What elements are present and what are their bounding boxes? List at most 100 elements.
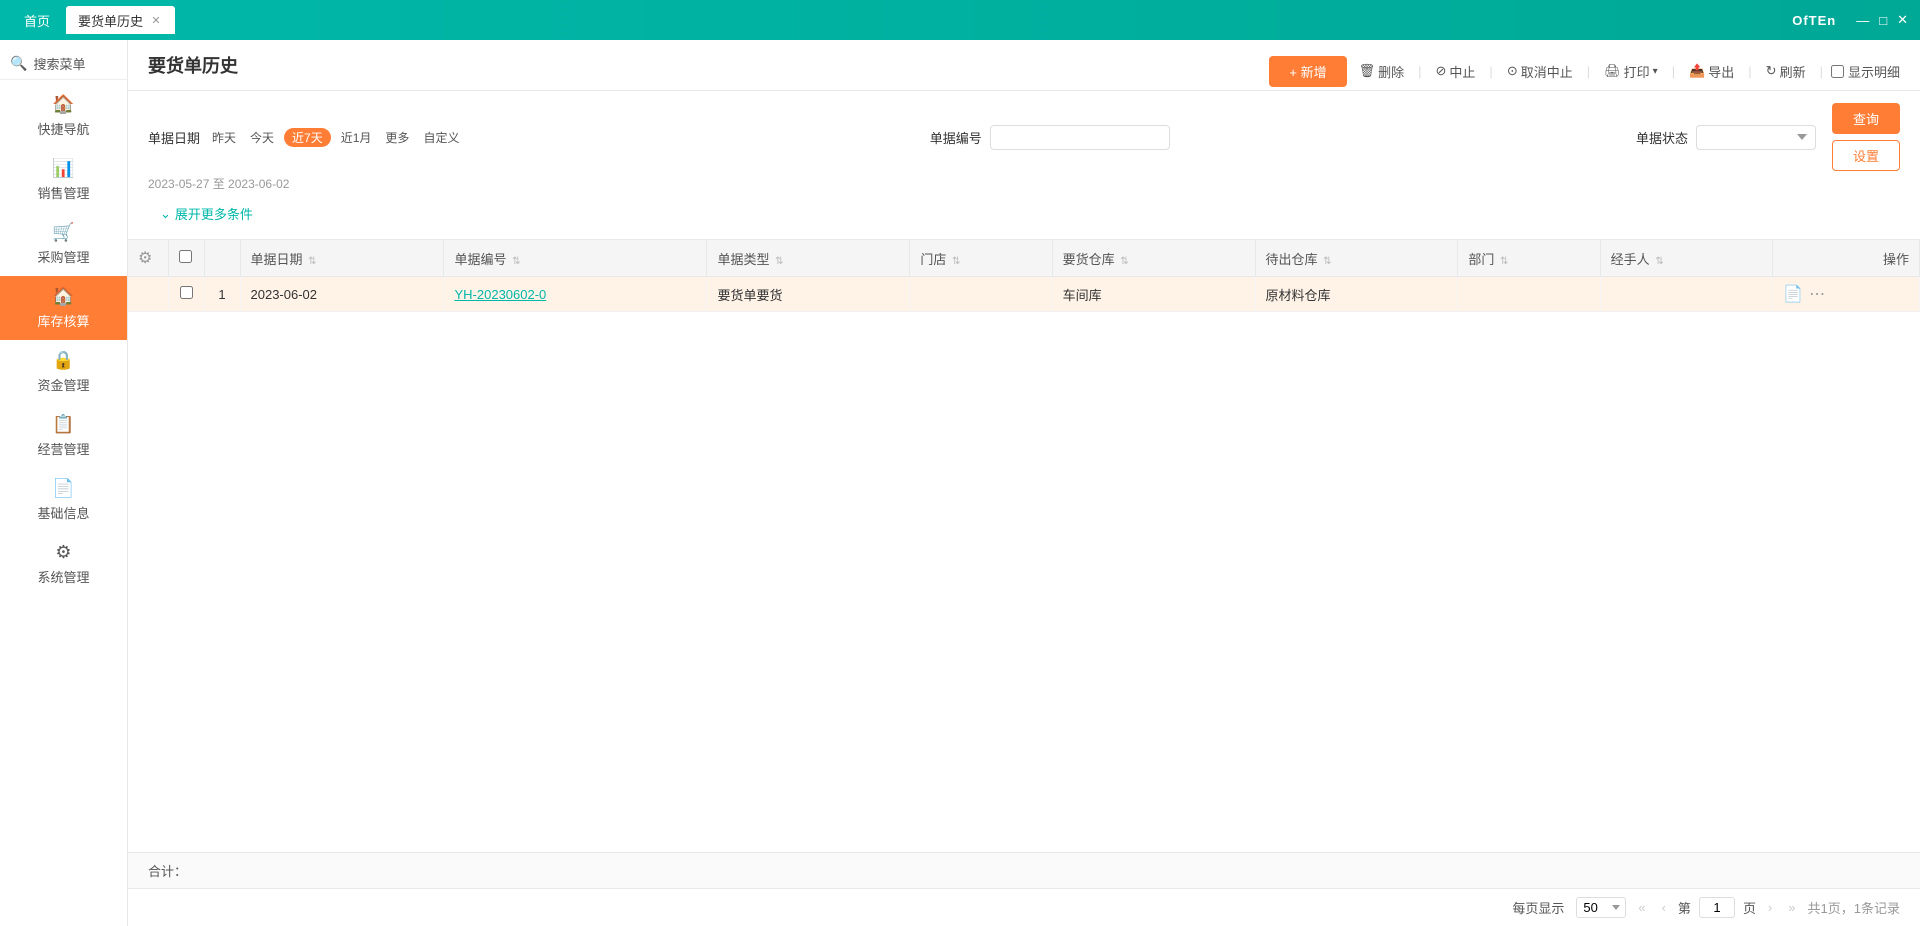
sidebar-item-label-operations: 经营管理 — [37, 439, 89, 458]
cancel-stop-button[interactable]: ⊙ 取消中止 — [1501, 59, 1579, 84]
tab-close-icon[interactable]: ✕ — [149, 13, 163, 27]
col-doc-no[interactable]: 单据编号 ⇅ — [444, 240, 707, 277]
first-page-btn[interactable]: « — [1634, 898, 1649, 917]
export-icon: 📤 — [1689, 63, 1705, 79]
sort-doc-type-icon[interactable]: ⇅ — [775, 256, 783, 267]
date-btn-last7days[interactable]: 近7天 — [284, 128, 331, 147]
right-buttons: 查询 设置 — [1832, 103, 1900, 171]
close-window-btn[interactable]: ✕ — [1897, 12, 1908, 28]
tab-requisition-label: 要货单历史 — [78, 11, 143, 30]
date-filter-label: 单据日期 — [148, 128, 200, 147]
cancel-stop-icon: ⊙ — [1507, 63, 1518, 79]
col-doc-date[interactable]: 单据日期 ⇅ — [240, 240, 444, 277]
select-all-checkbox[interactable] — [179, 250, 192, 263]
row-actions: 📄 ⋯ — [1773, 277, 1920, 312]
sidebar-item-purchase-mgmt[interactable]: 🛒 采购管理 — [0, 212, 127, 276]
last-page-btn[interactable]: » — [1784, 898, 1799, 917]
print-dropdown-icon: ▾ — [1653, 66, 1658, 77]
col-department[interactable]: 部门 ⇅ — [1458, 240, 1600, 277]
row-doc-no[interactable]: YH-20230602-0 — [444, 277, 707, 312]
col-doc-type[interactable]: 单据类型 ⇅ — [707, 240, 910, 277]
print-button[interactable]: 🖨 打印 ▾ — [1598, 59, 1664, 84]
sidebar-item-operations-mgmt[interactable]: 📋 经营管理 — [0, 404, 127, 468]
goto-label: 第 — [1678, 898, 1691, 917]
col-handler[interactable]: 经手人 ⇅ — [1600, 240, 1773, 277]
col-doc-no-label: 单据编号 — [454, 252, 506, 267]
doc-status-select[interactable]: 待处理 已完成 已中止 — [1696, 125, 1816, 150]
refresh-button[interactable]: ↻ 刷新 — [1760, 59, 1812, 84]
row-doc-date: 2023-06-02 — [240, 277, 444, 312]
date-btn-today[interactable]: 今天 — [246, 128, 278, 147]
sort-handler-icon[interactable]: ⇅ — [1655, 256, 1663, 267]
page-size-label: 每页显示 — [1512, 898, 1564, 917]
search-icon: 🔍 — [10, 55, 27, 72]
sidebar-item-label-system: 系统管理 — [37, 567, 89, 586]
doc-no-input[interactable] — [990, 125, 1170, 150]
total-info: 共1页，1条记录 — [1808, 898, 1900, 917]
delete-button[interactable]: 🗑 删除 — [1353, 59, 1411, 84]
col-pending-warehouse[interactable]: 待出仓库 ⇅ — [1255, 240, 1458, 277]
page-input[interactable] — [1699, 897, 1735, 918]
col-req-warehouse[interactable]: 要货仓库 ⇅ — [1052, 240, 1255, 277]
date-shortcuts: 昨天 今天 近7天 近1月 更多 自定义 — [208, 128, 463, 147]
row-more-btn[interactable]: ⋯ — [1809, 284, 1825, 304]
stop-icon: ⊘ — [1436, 63, 1447, 79]
sort-req-warehouse-icon[interactable]: ⇅ — [1120, 256, 1128, 267]
main-layout: 🔍 搜索菜单 🏠 快捷导航 📊 销售管理 🛒 采购管理 🏠 库存核算 🔒 资金管… — [0, 40, 1920, 926]
date-btn-custom[interactable]: 自定义 — [419, 128, 463, 147]
settings-gear-icon[interactable]: ⚙ — [138, 248, 152, 268]
page-size-select[interactable]: 10 20 50 100 — [1576, 897, 1626, 918]
sidebar-item-sales-mgmt[interactable]: 📊 销售管理 — [0, 148, 127, 212]
col-checkbox[interactable] — [168, 240, 204, 277]
sort-doc-no-icon[interactable]: ⇅ — [512, 256, 520, 267]
window-controls: OfTEn — □ ✕ — [1792, 12, 1908, 28]
tab-requisition-history[interactable]: 要货单历史 ✕ — [66, 6, 175, 34]
sort-pending-warehouse-icon[interactable]: ⇅ — [1323, 256, 1331, 267]
sidebar-search[interactable]: 🔍 搜索菜单 — [0, 48, 127, 80]
row-store — [910, 277, 1052, 312]
row-handler — [1600, 277, 1773, 312]
table-footer: 合计： — [128, 852, 1920, 888]
maximize-btn[interactable]: □ — [1879, 13, 1887, 28]
settings-button[interactable]: 设置 — [1832, 140, 1900, 171]
date-filter-group: 单据日期 昨天 今天 近7天 近1月 更多 自定义 — [148, 128, 463, 147]
col-doc-date-label: 单据日期 — [251, 252, 303, 267]
sort-department-icon[interactable]: ⇅ — [1500, 256, 1508, 267]
col-store[interactable]: 门店 ⇅ — [910, 240, 1052, 277]
prev-page-btn[interactable]: ‹ — [1658, 898, 1670, 917]
row-checkbox[interactable] — [180, 286, 193, 299]
sidebar-item-quick-nav[interactable]: 🏠 快捷导航 — [0, 84, 127, 148]
show-detail-toggle[interactable]: 显示明细 — [1831, 62, 1900, 81]
sort-store-icon[interactable]: ⇅ — [952, 256, 960, 267]
minimize-btn[interactable]: — — [1856, 13, 1869, 28]
sort-doc-date-icon[interactable]: ⇅ — [308, 256, 316, 267]
show-detail-label: 显示明细 — [1848, 62, 1900, 81]
sidebar-item-finance-mgmt[interactable]: 🔒 资金管理 — [0, 340, 127, 404]
col-settings[interactable]: ⚙ — [128, 240, 168, 277]
sidebar-item-basic-info[interactable]: 📄 基础信息 — [0, 468, 127, 532]
expand-more-btn[interactable]: ⌄ 展开更多条件 — [148, 200, 265, 227]
row-checkbox-cell[interactable] — [168, 277, 204, 312]
stop-button[interactable]: ⊘ 中止 — [1430, 59, 1482, 84]
purchase-mgmt-icon: 🛒 — [52, 222, 74, 243]
new-button[interactable]: + 新增 — [1269, 56, 1346, 87]
expand-label: 展开更多条件 — [175, 204, 253, 223]
sidebar-item-system-mgmt[interactable]: ⚙ 系统管理 — [0, 532, 127, 596]
doc-status-filter-group: 单据状态 待处理 已完成 已中止 — [1636, 125, 1816, 150]
finance-mgmt-icon: 🔒 — [52, 350, 74, 371]
show-detail-checkbox-input[interactable] — [1831, 65, 1844, 78]
date-btn-last-month[interactable]: 近1月 — [337, 128, 376, 147]
export-button[interactable]: 📤 导出 — [1683, 59, 1740, 84]
sidebar-item-inventory[interactable]: 🏠 库存核算 — [0, 276, 127, 340]
operations-mgmt-icon: 📋 — [52, 414, 74, 435]
col-department-label: 部门 — [1468, 252, 1494, 267]
date-btn-more[interactable]: 更多 — [381, 128, 413, 147]
quick-nav-icon: 🏠 — [52, 94, 74, 115]
row-view-btn[interactable]: 📄 — [1783, 284, 1803, 304]
row-department — [1458, 277, 1600, 312]
query-button[interactable]: 查询 — [1832, 103, 1900, 134]
tab-home[interactable]: 首页 — [12, 6, 62, 34]
next-page-btn[interactable]: › — [1764, 898, 1776, 917]
col-pending-warehouse-label: 待出仓库 — [1266, 252, 1318, 267]
date-btn-yesterday[interactable]: 昨天 — [208, 128, 240, 147]
